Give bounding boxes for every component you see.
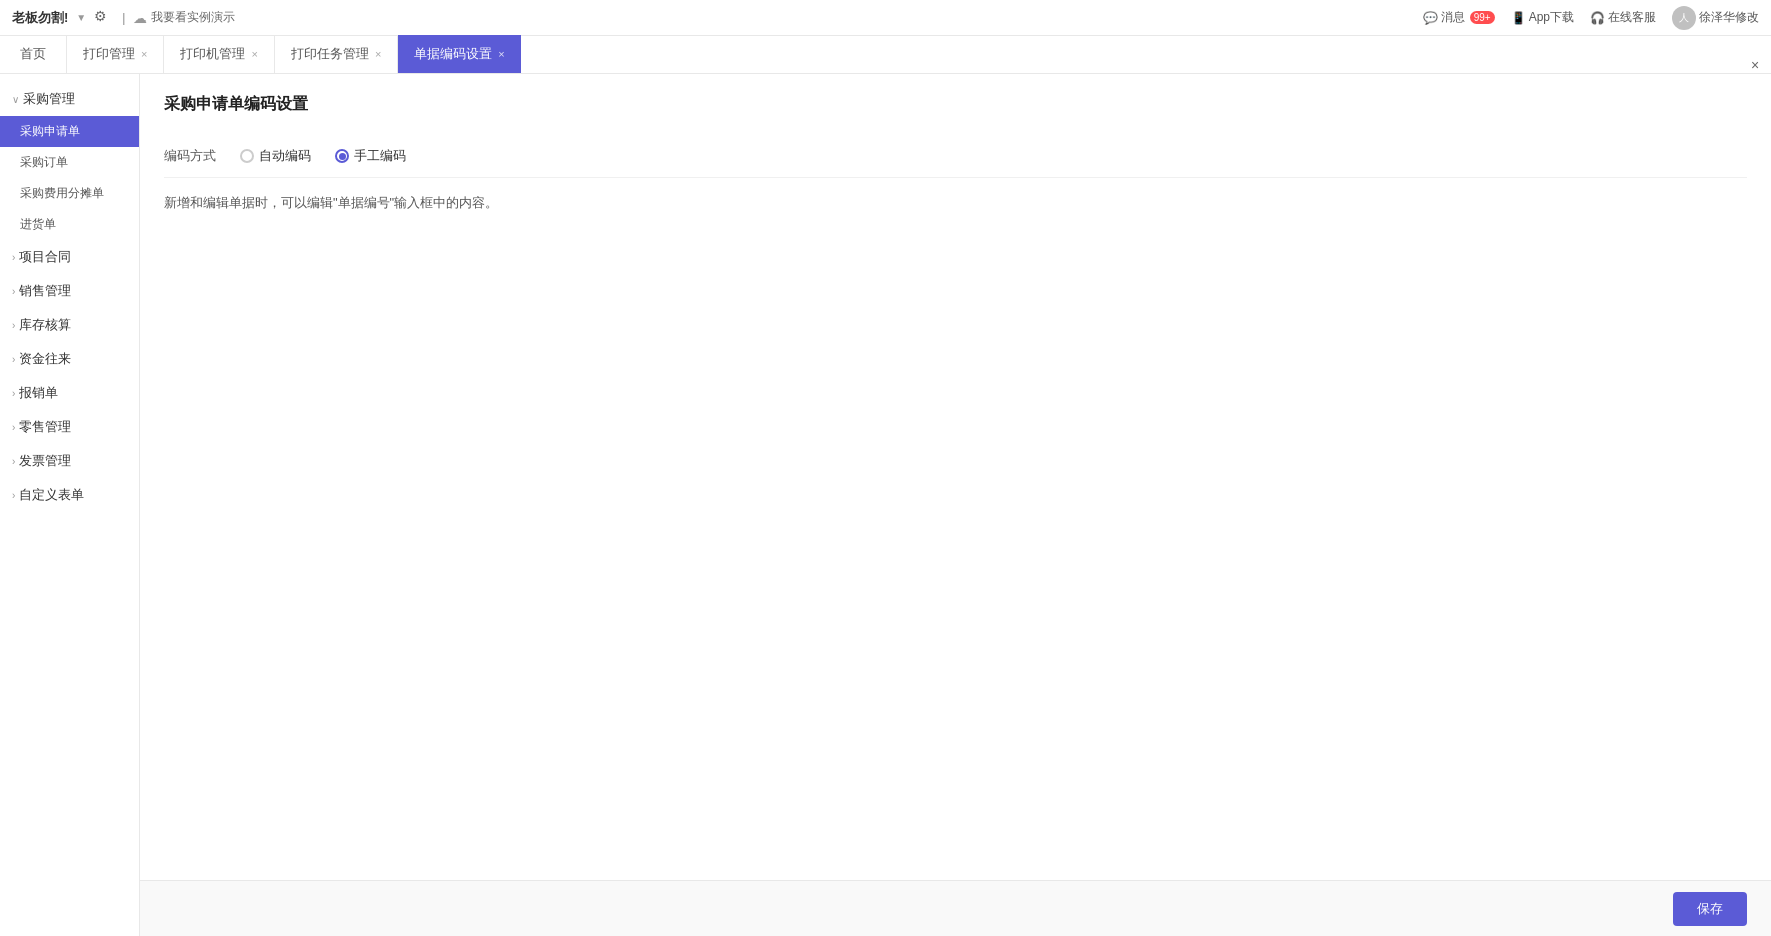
sidebar-group-refund-label: 报销单 [19, 384, 58, 402]
tab-print-task-mgmt-close[interactable]: × [375, 48, 381, 60]
sidebar-item-purchase-request[interactable]: 采购申请单 [0, 116, 139, 147]
tab-printer-mgmt[interactable]: 打印机管理 × [164, 35, 274, 73]
gear-icon[interactable]: ⚙ [94, 8, 114, 28]
sidebar-group-retail-mgmt-label: 零售管理 [19, 418, 71, 436]
content-footer: 保存 [140, 880, 1771, 936]
sidebar-group-invoice-mgmt-label: 发票管理 [19, 452, 71, 470]
logo-text: 老板勿割! [12, 9, 68, 27]
close-all-icon[interactable]: × [1747, 57, 1763, 73]
chevron-down-icon: ∨ [12, 94, 19, 105]
page-title: 采购申请单编码设置 [164, 94, 1747, 115]
chevron-right-icon-8: › [12, 490, 15, 501]
chevron-right-icon-3: › [12, 320, 15, 331]
sidebar-group-project-contract-label: 项目合同 [19, 248, 71, 266]
tab-home[interactable]: 首页 [0, 35, 67, 73]
cloud-icon: ☁ [133, 10, 147, 26]
sidebar-item-purchase-request-label: 采购申请单 [20, 124, 80, 138]
avatar: 人 [1672, 6, 1696, 30]
tab-printer-mgmt-close[interactable]: × [251, 48, 257, 60]
sidebar-item-purchase-expense-label: 采购费用分摊单 [20, 186, 104, 200]
tab-bar-right: × [521, 57, 1771, 73]
app-download-label: App下载 [1529, 9, 1574, 26]
online-service-button[interactable]: 🎧 在线客服 [1590, 9, 1656, 26]
content-area: 采购申请单编码设置 编码方式 自动编码 手工编码 新增和编辑单据时，可以编辑"单… [140, 74, 1771, 936]
content-main: 采购申请单编码设置 编码方式 自动编码 手工编码 新增和编辑单据时，可以编辑"单… [140, 74, 1771, 880]
sidebar: ∨ 采购管理 采购申请单 采购订单 采购费用分摊单 进货单 › 项目合同 › 销… [0, 74, 140, 936]
sidebar-group-retail-mgmt[interactable]: › 零售管理 [0, 410, 139, 444]
tab-barcode-setting-label: 单据编码设置 [414, 45, 492, 63]
online-service-label: 在线客服 [1608, 9, 1656, 26]
manual-code-radio[interactable] [335, 149, 349, 163]
encoding-method-row: 编码方式 自动编码 手工编码 [164, 135, 1747, 178]
app-download-button[interactable]: 📱 App下载 [1511, 9, 1574, 26]
sidebar-group-invoice-mgmt[interactable]: › 发票管理 [0, 444, 139, 478]
manual-code-label: 手工编码 [354, 147, 406, 165]
tab-print-mgmt-label: 打印管理 [83, 45, 135, 63]
sidebar-group-capital-flow-label: 资金往来 [19, 350, 71, 368]
demo-section: ☁ 我要看实例演示 [133, 9, 235, 26]
tab-print-task-mgmt-label: 打印任务管理 [291, 45, 369, 63]
chevron-right-icon-5: › [12, 388, 15, 399]
tab-home-label: 首页 [20, 45, 46, 63]
tab-barcode-setting[interactable]: 单据编码设置 × [398, 35, 520, 73]
tab-print-mgmt-close[interactable]: × [141, 48, 147, 60]
sidebar-group-sales-mgmt-label: 销售管理 [19, 282, 71, 300]
top-bar-left: 老板勿割! ▼ ⚙ | ☁ 我要看实例演示 [12, 8, 235, 28]
top-bar-right: 💬 消息 99+ 📱 App下载 🎧 在线客服 人 徐泽华修改 [1423, 6, 1759, 30]
sidebar-item-purchase-order-label: 采购订单 [20, 155, 68, 169]
sidebar-group-purchase-mgmt-label: 采购管理 [23, 90, 75, 108]
sidebar-group-custom-form[interactable]: › 自定义表单 [0, 478, 139, 512]
sidebar-group-refund[interactable]: › 报销单 [0, 376, 139, 410]
encoding-method-label: 编码方式 [164, 147, 216, 165]
auto-code-radio[interactable] [240, 149, 254, 163]
sidebar-group-sales-mgmt[interactable]: › 销售管理 [0, 274, 139, 308]
main-layout: ∨ 采购管理 采购申请单 采购订单 采购费用分摊单 进货单 › 项目合同 › 销… [0, 74, 1771, 936]
chevron-right-icon-6: › [12, 422, 15, 433]
phone-icon: 📱 [1511, 11, 1526, 25]
sidebar-group-capital-flow[interactable]: › 资金往来 [0, 342, 139, 376]
sidebar-item-purchase-order[interactable]: 采购订单 [0, 147, 139, 178]
headset-icon: 🎧 [1590, 11, 1605, 25]
demo-text[interactable]: 我要看实例演示 [151, 9, 235, 26]
message-icon: 💬 [1423, 11, 1438, 25]
sidebar-item-goods-receipt[interactable]: 进货单 [0, 209, 139, 240]
user-name: 徐泽华修改 [1699, 9, 1759, 26]
save-button[interactable]: 保存 [1673, 892, 1747, 926]
tab-barcode-setting-close[interactable]: × [498, 48, 504, 60]
sidebar-group-custom-form-label: 自定义表单 [19, 486, 84, 504]
chevron-right-icon-7: › [12, 456, 15, 467]
tab-bar: 首页 打印管理 × 打印机管理 × 打印任务管理 × 单据编码设置 × × [0, 36, 1771, 74]
sidebar-group-inventory-calc-label: 库存核算 [19, 316, 71, 334]
message-badge: 99+ [1470, 11, 1495, 24]
hint-text: 新增和编辑单据时，可以编辑"单据编号"输入框中的内容。 [164, 194, 1747, 212]
message-label: 消息 [1441, 9, 1465, 26]
tab-print-task-mgmt[interactable]: 打印任务管理 × [275, 35, 398, 73]
manual-code-option[interactable]: 手工编码 [335, 147, 406, 165]
auto-code-option[interactable]: 自动编码 [240, 147, 311, 165]
message-button[interactable]: 💬 消息 99+ [1423, 9, 1495, 26]
chevron-right-icon-4: › [12, 354, 15, 365]
sidebar-group-project-contract[interactable]: › 项目合同 [0, 240, 139, 274]
sidebar-item-goods-receipt-label: 进货单 [20, 217, 56, 231]
sidebar-item-purchase-expense[interactable]: 采购费用分摊单 [0, 178, 139, 209]
user-profile-button[interactable]: 人 徐泽华修改 [1672, 6, 1759, 30]
chevron-right-icon: › [12, 252, 15, 263]
chevron-right-icon-2: › [12, 286, 15, 297]
dropdown-arrow-icon[interactable]: ▼ [76, 12, 86, 23]
top-bar: 老板勿割! ▼ ⚙ | ☁ 我要看实例演示 💬 消息 99+ 📱 App下载 🎧… [0, 0, 1771, 36]
sidebar-group-inventory-calc[interactable]: › 库存核算 [0, 308, 139, 342]
tab-printer-mgmt-label: 打印机管理 [180, 45, 245, 63]
sidebar-group-purchase-mgmt[interactable]: ∨ 采购管理 [0, 82, 139, 116]
auto-code-label: 自动编码 [259, 147, 311, 165]
tab-print-mgmt[interactable]: 打印管理 × [67, 35, 164, 73]
